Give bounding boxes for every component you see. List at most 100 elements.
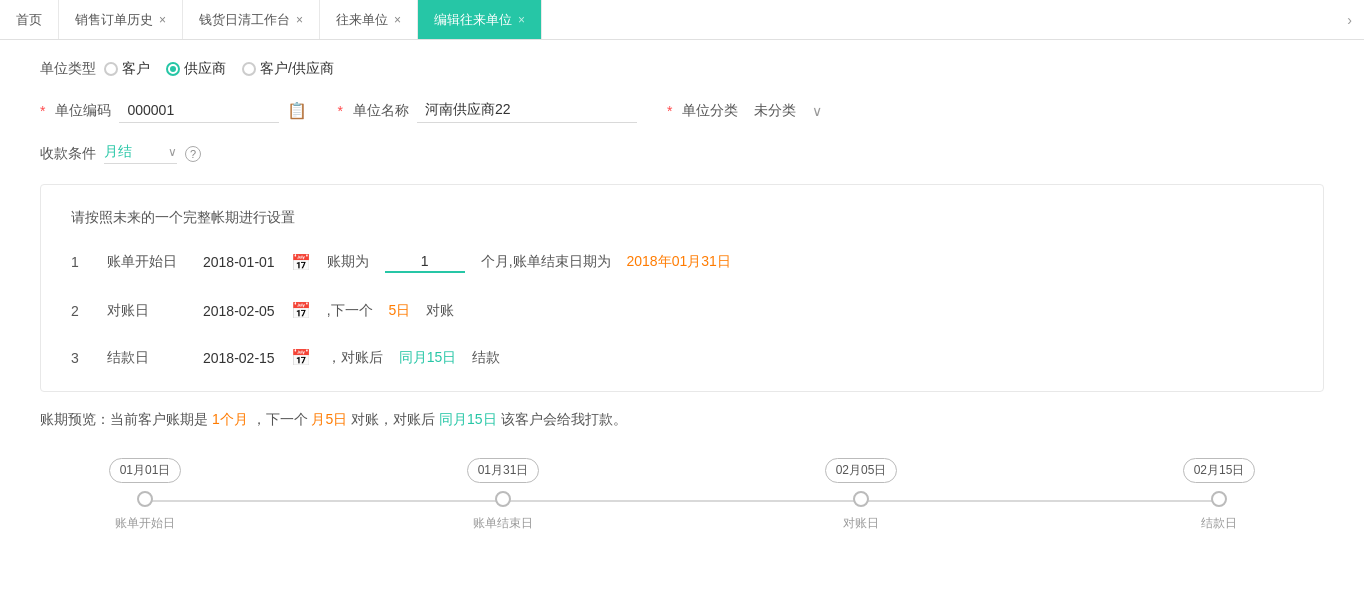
tab-partner[interactable]: 往来单位 × — [320, 0, 418, 39]
radio-customer-label: 客户 — [122, 60, 150, 78]
tab-edit-partner-label: 编辑往来单位 — [434, 11, 512, 29]
period-row-2: 2 对账日 2018-02-05 📅 ,下一个 5日 对账 — [71, 301, 1293, 320]
period-suffix-pre-2: ,下一个 — [327, 302, 373, 320]
tl-badge-1: 01月01日 — [109, 458, 182, 483]
tl-label-1: 账单开始日 — [115, 515, 175, 532]
period-suffix-pre-3: ，对账后 — [327, 349, 383, 367]
tl-badge-2: 01月31日 — [467, 458, 540, 483]
unit-type-label: 单位类型 — [40, 60, 96, 78]
period-label-1: 账单开始日 — [107, 253, 187, 271]
period-end-date-1: 2018年01月31日 — [627, 253, 731, 271]
timeline-line — [140, 500, 1224, 502]
period-label-3: 结款日 — [107, 349, 187, 367]
payment-value: 月结 — [104, 143, 164, 161]
preview-day: 月5日 — [311, 411, 347, 427]
unit-name-input[interactable] — [417, 98, 637, 123]
payment-label: 收款条件 — [40, 145, 96, 163]
timeline-container: 01月01日 账单开始日 01月31日 账单结束日 02月05日 对账日 02月… — [40, 458, 1324, 532]
tab-edit-partner[interactable]: 编辑往来单位 × — [418, 0, 542, 39]
radio-supplier-circle — [166, 62, 180, 76]
unit-type-group: 单位类型 客户 供应商 客户/供应商 — [40, 60, 334, 78]
preview-section: 账期预览：当前客户账期是 1个月 ，下一个 月5日 对账，对账后 同月15日 该… — [40, 408, 1324, 430]
preview-month: 1个月 — [212, 411, 248, 427]
period-num-2: 2 — [71, 303, 91, 319]
timeline-point-1: 01月01日 账单开始日 — [100, 458, 190, 532]
tl-dot-1 — [137, 491, 153, 507]
period-suffix-post-1: 个月,账单结束日期为 — [481, 253, 611, 271]
timeline-points-row: 01月01日 账单开始日 01月31日 账单结束日 02月05日 对账日 02月… — [100, 458, 1264, 532]
unit-name-group: * 单位名称 — [337, 98, 636, 123]
preview-settle: 同月15日 — [439, 411, 497, 427]
unit-class-value: 未分类 — [754, 102, 796, 120]
timeline-point-2: 01月31日 账单结束日 — [458, 458, 548, 532]
timeline-point-4: 02月15日 结款日 — [1174, 458, 1264, 532]
tl-label-2: 账单结束日 — [473, 515, 533, 532]
tab-partner-label: 往来单位 — [336, 11, 388, 29]
period-cal-1[interactable]: 📅 — [291, 253, 311, 272]
preview-end: 该客户会给我打款。 — [501, 411, 627, 427]
unit-class-group: * 单位分类 未分类 ∨ — [667, 102, 822, 120]
unit-name-star: * — [337, 103, 342, 119]
close-edit-partner[interactable]: × — [518, 13, 525, 27]
radio-supplier[interactable]: 供应商 — [166, 60, 226, 78]
unit-type-radio-group: 客户 供应商 客户/供应商 — [104, 60, 334, 78]
tab-sales-history[interactable]: 销售订单历史 × — [59, 0, 183, 39]
period-cal-2[interactable]: 📅 — [291, 301, 311, 320]
radio-both-circle — [242, 62, 256, 76]
period-highlight-3: 同月15日 — [399, 349, 457, 367]
preview-mid: ，下一个 — [252, 411, 308, 427]
period-card-title: 请按照未来的一个完整帐期进行设置 — [71, 209, 1293, 227]
preview-label: 账期预览：当前客户账期是 — [40, 411, 208, 427]
period-month-input[interactable] — [385, 251, 465, 273]
unit-code-star: * — [40, 103, 45, 119]
unit-code-input[interactable] — [119, 98, 279, 123]
period-cal-3[interactable]: 📅 — [291, 348, 311, 367]
tl-dot-2 — [495, 491, 511, 507]
unit-class-dropdown-icon[interactable]: ∨ — [812, 103, 822, 119]
tab-sales-history-label: 销售订单历史 — [75, 11, 153, 29]
unit-name-label: 单位名称 — [353, 102, 409, 120]
close-sales-history[interactable]: × — [159, 13, 166, 27]
payment-row: 收款条件 月结 ∨ ? — [40, 143, 1324, 164]
unit-code-group: * 单位编码 📋 — [40, 98, 307, 123]
radio-both[interactable]: 客户/供应商 — [242, 60, 334, 78]
tab-cash-work-label: 钱货日清工作台 — [199, 11, 290, 29]
tab-home[interactable]: 首页 — [0, 0, 59, 39]
tl-dot-3 — [853, 491, 869, 507]
tl-dot-4 — [1211, 491, 1227, 507]
radio-customer[interactable]: 客户 — [104, 60, 150, 78]
close-cash-work[interactable]: × — [296, 13, 303, 27]
main-content: 单位类型 客户 供应商 客户/供应商 * 单位编码 — [0, 40, 1364, 608]
period-suffix-post-2: 对账 — [426, 302, 454, 320]
unit-type-row: 单位类型 客户 供应商 客户/供应商 — [40, 60, 1324, 78]
period-label-2: 对账日 — [107, 302, 187, 320]
period-date-1: 2018-01-01 — [203, 254, 275, 270]
tab-home-label: 首页 — [16, 11, 42, 29]
radio-both-label: 客户/供应商 — [260, 60, 334, 78]
unit-class-label: 单位分类 — [682, 102, 738, 120]
tab-expand-btn[interactable]: › — [1335, 0, 1364, 39]
period-row-1: 1 账单开始日 2018-01-01 📅 账期为 个月,账单结束日期为 2018… — [71, 251, 1293, 273]
unit-info-row: * 单位编码 📋 * 单位名称 * 单位分类 未分类 ∨ — [40, 98, 1324, 123]
unit-code-label: 单位编码 — [55, 102, 111, 120]
tl-label-3: 对账日 — [843, 515, 879, 532]
tab-cash-work[interactable]: 钱货日清工作台 × — [183, 0, 320, 39]
period-row-3: 3 结款日 2018-02-15 📅 ，对账后 同月15日 结款 — [71, 348, 1293, 367]
period-date-3: 2018-02-15 — [203, 350, 275, 366]
tl-badge-3: 02月05日 — [825, 458, 898, 483]
tab-bar: 首页 销售订单历史 × 钱货日清工作台 × 往来单位 × 编辑往来单位 × › — [0, 0, 1364, 40]
period-suffix-post-3: 结款 — [472, 349, 500, 367]
close-partner[interactable]: × — [394, 13, 401, 27]
period-suffix-pre-1: 账期为 — [327, 253, 369, 271]
period-date-2: 2018-02-05 — [203, 303, 275, 319]
tl-label-4: 结款日 — [1201, 515, 1237, 532]
timeline-point-3: 02月05日 对账日 — [816, 458, 906, 532]
unit-code-copy-icon[interactable]: 📋 — [287, 101, 307, 120]
radio-supplier-label: 供应商 — [184, 60, 226, 78]
payment-dropdown[interactable]: 月结 ∨ — [104, 143, 177, 164]
preview-mid2: 对账，对账后 — [351, 411, 435, 427]
radio-customer-circle — [104, 62, 118, 76]
payment-dropdown-arrow: ∨ — [168, 145, 177, 159]
period-num-3: 3 — [71, 350, 91, 366]
payment-help-icon[interactable]: ? — [185, 146, 201, 162]
